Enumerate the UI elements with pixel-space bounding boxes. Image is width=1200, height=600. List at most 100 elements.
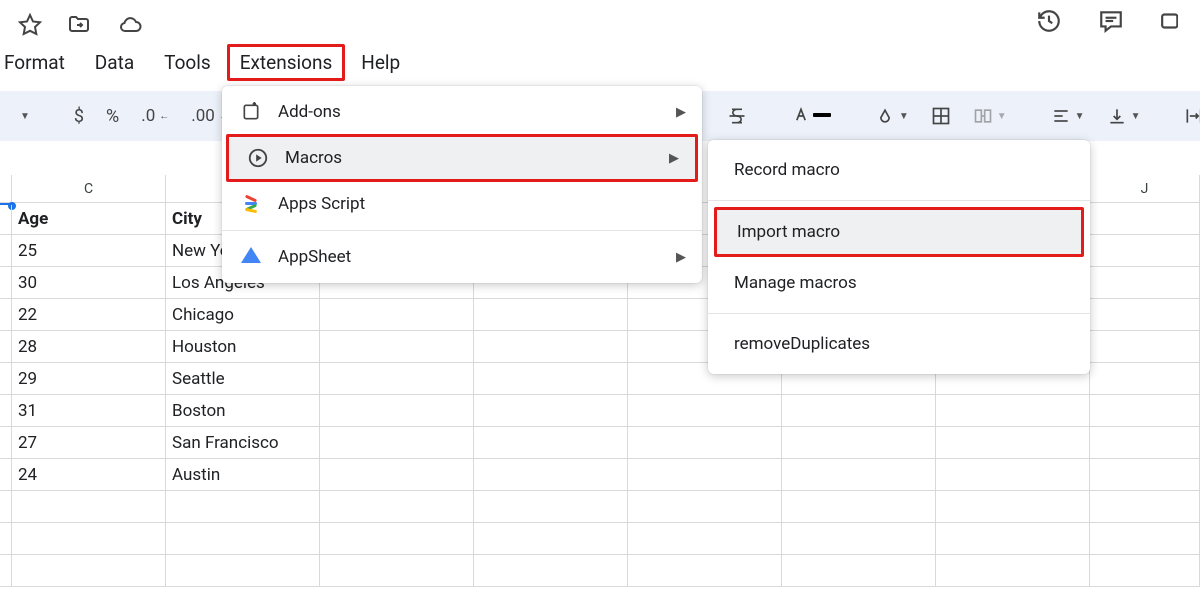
meet-partial-icon[interactable] [1160,8,1178,34]
cell[interactable]: Austin [166,459,320,490]
cell[interactable] [320,427,474,458]
cell[interactable]: 29 [12,363,166,394]
cell[interactable]: 22 [12,299,166,330]
cell[interactable] [782,459,936,490]
cell[interactable] [1090,299,1200,330]
text-wrap-icon[interactable]: ▼ [1176,102,1200,130]
star-icon[interactable] [18,13,42,37]
menu-data[interactable]: Data [81,45,148,80]
cell[interactable] [166,555,320,586]
cell[interactable] [628,523,782,554]
cell[interactable] [320,459,474,490]
cell[interactable] [474,459,628,490]
cloud-status-icon[interactable] [116,13,144,37]
cell[interactable] [1090,459,1200,490]
cell[interactable] [1090,363,1200,394]
col-header-j[interactable]: J [1090,175,1200,202]
cell[interactable]: Boston [166,395,320,426]
menu-item-appsheet[interactable]: AppSheet ▶ [222,237,702,277]
cell[interactable]: Chicago [166,299,320,330]
cell[interactable] [628,491,782,522]
cell[interactable] [628,555,782,586]
cell[interactable] [1090,395,1200,426]
cell[interactable] [782,555,936,586]
cell[interactable] [474,523,628,554]
submenu-record-macro[interactable]: Record macro [708,146,1090,194]
cell[interactable] [320,363,474,394]
cell[interactable] [1090,523,1200,554]
history-icon[interactable] [1036,8,1062,34]
cell[interactable] [1090,267,1200,298]
cell[interactable] [1090,555,1200,586]
h-align-icon[interactable]: ▼ [1043,102,1093,130]
format-currency-button[interactable]: $ [66,102,92,131]
cell[interactable] [628,459,782,490]
merge-cells-icon[interactable]: ▼ [965,102,1015,130]
menu-extensions[interactable]: Extensions [227,44,346,81]
cell[interactable]: Seattle [166,363,320,394]
cell[interactable] [936,395,1090,426]
header-age[interactable]: Age [12,203,166,234]
col-header-c[interactable]: C [12,175,166,202]
cell[interactable] [12,523,166,554]
submenu-import-macro[interactable]: Import macro [714,207,1084,257]
cell[interactable] [320,299,474,330]
menu-item-apps-script[interactable]: Apps Script [222,184,702,224]
v-align-icon[interactable]: ▼ [1099,102,1149,130]
cell[interactable] [166,491,320,522]
cell[interactable] [782,427,936,458]
menu-item-macros[interactable]: Macros ▶ [226,134,698,182]
cell[interactable] [474,491,628,522]
cell[interactable] [12,555,166,586]
cell[interactable] [12,491,166,522]
cell[interactable] [936,523,1090,554]
strikethrough-icon[interactable] [719,102,755,130]
cell[interactable]: 31 [12,395,166,426]
cell[interactable] [936,555,1090,586]
submenu-custom-macro-removeduplicates[interactable]: removeDuplicates [708,320,1090,368]
cell[interactable] [320,523,474,554]
table-row[interactable]: 24Austin [0,459,1200,491]
cell[interactable] [782,395,936,426]
cell[interactable] [474,363,628,394]
cell[interactable] [474,331,628,362]
menu-item-addons[interactable]: Add-ons ▶ [222,92,702,132]
cell[interactable] [936,491,1090,522]
cell[interactable] [320,555,474,586]
comment-icon[interactable] [1098,8,1124,34]
cell[interactable]: 28 [12,331,166,362]
cell[interactable] [474,299,628,330]
cell[interactable]: 27 [12,427,166,458]
cell[interactable] [320,331,474,362]
borders-icon[interactable] [923,102,959,130]
cell[interactable] [782,523,936,554]
cell[interactable]: San Francisco [166,427,320,458]
submenu-manage-macros[interactable]: Manage macros [708,259,1090,307]
decrease-decimal-button[interactable]: .0← [133,102,177,130]
cell[interactable] [474,555,628,586]
text-color-icon[interactable] [783,101,839,131]
cell[interactable] [320,491,474,522]
table-row[interactable]: 31Boston [0,395,1200,427]
cell[interactable] [1090,235,1200,266]
menu-tools[interactable]: Tools [150,45,225,80]
cell[interactable] [474,427,628,458]
cell[interactable] [936,459,1090,490]
toolbar-caret-left[interactable]: ▼ [10,107,38,126]
cell[interactable]: 25 [12,235,166,266]
table-row[interactable] [0,491,1200,523]
cell[interactable] [474,395,628,426]
cell[interactable]: 24 [12,459,166,490]
cell[interactable]: 30 [12,267,166,298]
table-row[interactable]: 27San Francisco [0,427,1200,459]
cell[interactable] [320,395,474,426]
cell[interactable] [1090,491,1200,522]
cell[interactable] [628,427,782,458]
table-row[interactable] [0,555,1200,587]
cell[interactable]: Houston [166,331,320,362]
cell[interactable] [1090,427,1200,458]
cell[interactable] [166,523,320,554]
menu-help[interactable]: Help [347,45,414,80]
table-row[interactable] [0,523,1200,555]
fill-color-icon[interactable]: ▼ [867,102,917,130]
